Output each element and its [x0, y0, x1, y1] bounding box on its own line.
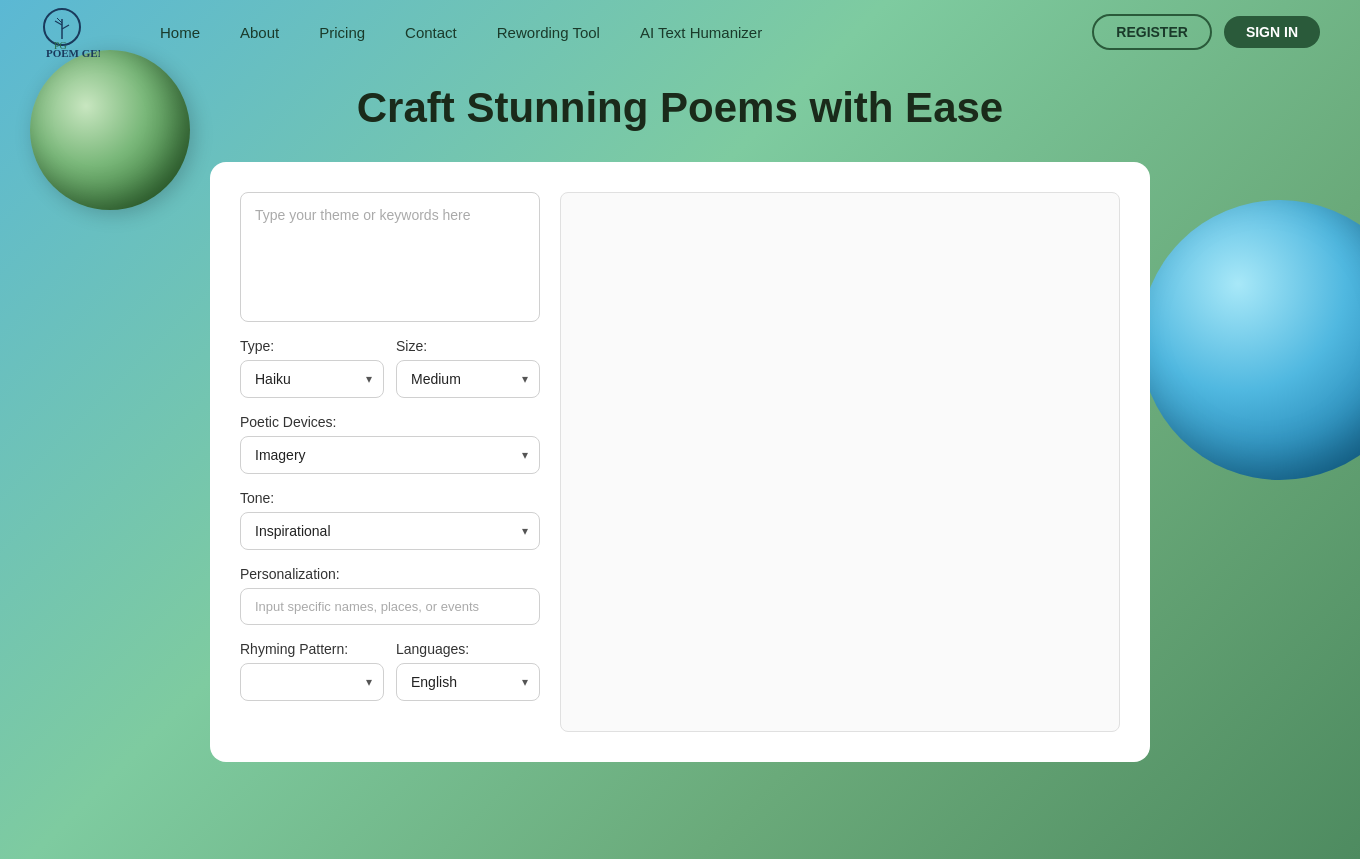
size-select[interactable]: Small Medium Large	[396, 360, 540, 398]
language-select[interactable]: English Spanish French German Italian	[396, 663, 540, 701]
nav-about[interactable]: About	[240, 24, 279, 41]
rhyming-select[interactable]: AABB ABAB ABBA None	[240, 663, 384, 701]
nav-links: Home About Pricing Contact Rewording Too…	[160, 24, 1092, 41]
poetic-devices-select-wrapper: Imagery Metaphor Simile Alliteration Per…	[240, 436, 540, 474]
poetic-devices-label: Poetic Devices:	[240, 414, 540, 430]
type-select[interactable]: Haiku Sonnet Free Verse Limerick Ode	[240, 360, 384, 398]
type-select-wrapper: Haiku Sonnet Free Verse Limerick Ode ▾	[240, 360, 384, 398]
signin-button[interactable]: SIGN IN	[1224, 16, 1320, 48]
rhyming-pattern-group: Rhyming Pattern: AABB ABAB ABBA None ▾	[240, 641, 384, 701]
tone-label: Tone:	[240, 490, 540, 506]
left-panel: Type: Haiku Sonnet Free Verse Limerick O…	[240, 192, 540, 732]
nav-pricing[interactable]: Pricing	[319, 24, 365, 41]
svg-text:PG: PG	[54, 40, 67, 51]
type-field-group: Type: Haiku Sonnet Free Verse Limerick O…	[240, 338, 384, 398]
nav-contact[interactable]: Contact	[405, 24, 457, 41]
tone-group: Tone: Inspirational Romantic Melancholic…	[240, 490, 540, 550]
nav-rewording[interactable]: Rewording Tool	[497, 24, 600, 41]
tone-select[interactable]: Inspirational Romantic Melancholic Humor…	[240, 512, 540, 550]
size-select-wrapper: Small Medium Large ▾	[396, 360, 540, 398]
languages-label: Languages:	[396, 641, 540, 657]
personalization-group: Personalization:	[240, 566, 540, 625]
nav-humanizer[interactable]: AI Text Humanizer	[640, 24, 762, 41]
svg-line-3	[62, 25, 69, 29]
nav-actions: REGISTER SIGN IN	[1092, 14, 1320, 50]
logo-icon: POEM GENERATOR PG	[40, 5, 100, 60]
type-size-row: Type: Haiku Sonnet Free Verse Limerick O…	[240, 338, 540, 398]
main-card: Type: Haiku Sonnet Free Verse Limerick O…	[210, 162, 1150, 762]
languages-group: Languages: English Spanish French German…	[396, 641, 540, 701]
register-button[interactable]: REGISTER	[1092, 14, 1212, 50]
size-field-group: Size: Small Medium Large ▾	[396, 338, 540, 398]
logo[interactable]: POEM GENERATOR PG	[40, 5, 100, 60]
personalization-input[interactable]	[240, 588, 540, 625]
rhyming-languages-row: Rhyming Pattern: AABB ABAB ABBA None ▾ L…	[240, 641, 540, 701]
poetic-devices-select[interactable]: Imagery Metaphor Simile Alliteration Per…	[240, 436, 540, 474]
personalization-label: Personalization:	[240, 566, 540, 582]
poetic-devices-group: Poetic Devices: Imagery Metaphor Simile …	[240, 414, 540, 474]
language-select-wrapper: English Spanish French German Italian ▾	[396, 663, 540, 701]
hero-title: Craft Stunning Poems with Ease	[0, 64, 1360, 162]
tone-select-wrapper: Inspirational Romantic Melancholic Humor…	[240, 512, 540, 550]
navbar: POEM GENERATOR PG Home About Pricing Con…	[0, 0, 1360, 64]
rhyming-pattern-label: Rhyming Pattern:	[240, 641, 384, 657]
nav-home[interactable]: Home	[160, 24, 200, 41]
rhyming-select-wrapper: AABB ABAB ABBA None ▾	[240, 663, 384, 701]
theme-textarea[interactable]	[240, 192, 540, 322]
type-label: Type:	[240, 338, 384, 354]
output-panel	[560, 192, 1120, 732]
size-label: Size:	[396, 338, 540, 354]
